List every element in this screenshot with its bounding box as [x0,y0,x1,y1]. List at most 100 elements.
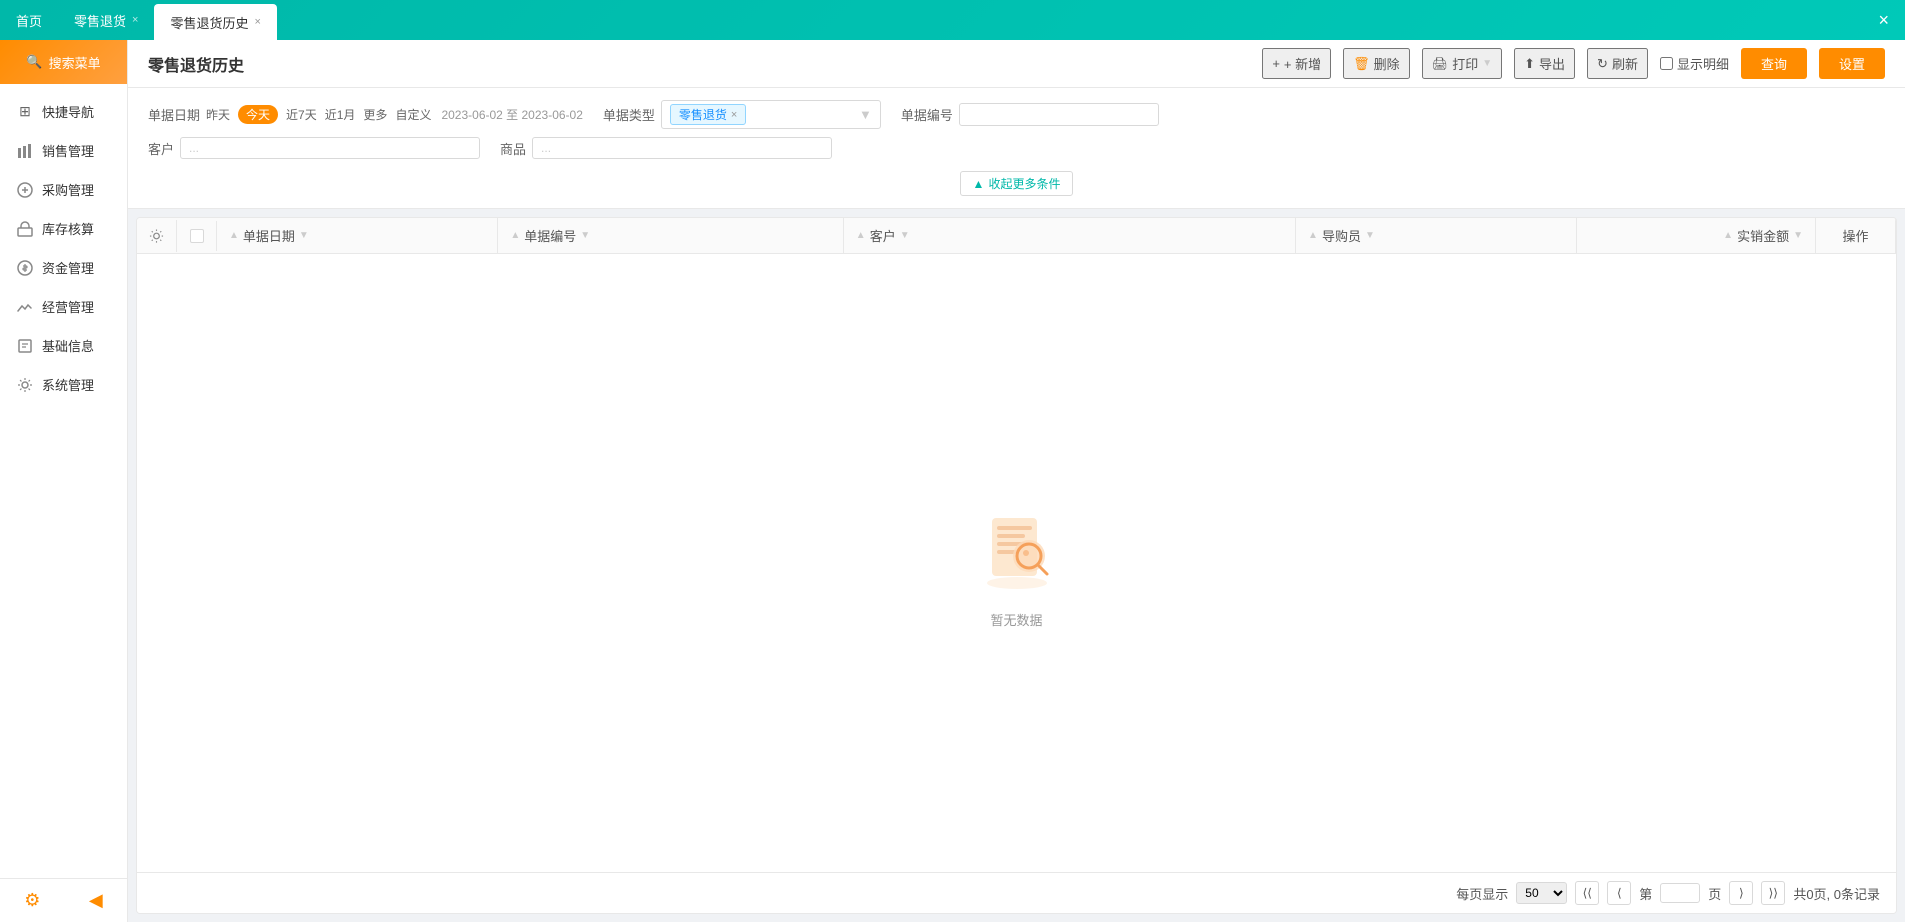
date-label: 单据日期 [148,105,200,124]
sidebar-item-purchase[interactable]: 采购管理 [0,170,127,209]
content-area: 零售退货历史 + + 新增 🗑 删除 🖨 打印 ▼ ⬆ 导出 [128,40,1905,922]
tab-retail-return-history-close[interactable]: × [254,16,260,28]
th-date-sort-asc: ▲ [229,230,239,241]
next-page-button[interactable]: ⟩ [1729,881,1753,905]
voucher-type-label: 单据类型 [603,105,655,124]
sidebar-item-base-info[interactable]: 基础信息 [0,326,127,365]
th-number-sort-asc: ▲ [510,230,520,241]
collapse-button[interactable]: ▲ 收起更多条件 [960,171,1074,196]
page-header: 零售退货历史 + + 新增 🗑 删除 🖨 打印 ▼ ⬆ 导出 [128,40,1905,88]
refresh-icon: ↻ [1597,56,1608,72]
th-guide-sort-desc: ▼ [1365,230,1375,241]
empty-state-illustration [967,498,1067,598]
th-customer[interactable]: ▲ 客户 ▼ [844,218,1296,253]
page-size-select[interactable]: 10 20 50 100 [1516,882,1567,904]
date-options: 昨天 今天 近7天 近1月 更多 自定义 [206,105,431,124]
goods-select[interactable]: ... [532,137,832,159]
th-number[interactable]: ▲ 单据编号 ▼ [498,218,843,253]
delete-button[interactable]: 🗑 删除 [1343,48,1410,79]
th-number-sort-desc: ▼ [580,230,590,241]
th-settings[interactable] [137,220,177,252]
date-opt-1month[interactable]: 近1月 [325,106,356,123]
date-opt-more[interactable]: 更多 [363,106,387,123]
quick-nav-icon: ⊞ [16,103,34,121]
th-guide[interactable]: ▲ 导购员 ▼ [1296,218,1577,253]
table-container: ▲ 单据日期 ▼ ▲ 单据编号 ▼ ▲ 客户 ▼ ▲ 导购员 ▼ [136,217,1897,914]
sidebar-collapse-icon[interactable]: ◀ [89,890,103,911]
th-date-sort-desc: ▼ [299,230,309,241]
th-actions: 操作 [1816,218,1896,253]
new-button[interactable]: + + 新增 [1262,48,1331,79]
tab-retail-return-label: 零售退货 [74,11,126,30]
empty-state: 暂无数据 [137,254,1896,872]
date-opt-today[interactable]: 今天 [238,105,278,124]
sidebar-search-label: 搜索菜单 [49,53,101,72]
voucher-type-tag: 零售退货 × [670,104,746,125]
collapse-icon: ▲ [973,177,985,191]
table-header: ▲ 单据日期 ▼ ▲ 单据编号 ▼ ▲ 客户 ▼ ▲ 导购员 ▼ [137,218,1896,254]
voucher-type-tag-remove[interactable]: × [731,109,737,121]
tab-retail-return-history[interactable]: 零售退货历史 × [154,4,276,40]
inventory-icon [16,220,34,238]
sidebar-item-purchase-label: 采购管理 [42,180,94,199]
th-date-label: 单据日期 [243,226,295,245]
collapse-label: 收起更多条件 [988,175,1060,192]
prev-page-button[interactable]: ⟨ [1607,881,1631,905]
export-button[interactable]: ⬆ 导出 [1514,48,1575,79]
voucher-type-select[interactable]: 零售退货 × ▼ [661,100,881,129]
date-opt-7days[interactable]: 近7天 [286,106,317,123]
collapse-section: ▲ 收起更多条件 [148,167,1885,196]
voucher-number-input[interactable] [959,103,1159,126]
sidebar-settings-icon[interactable]: ⚙ [24,890,40,911]
header-checkbox[interactable] [190,229,204,243]
show-detail-checkbox[interactable] [1660,57,1673,70]
tab-home[interactable]: 首页 [0,0,58,40]
customer-label: 客户 [148,139,174,158]
header-actions: + + 新增 🗑 删除 🖨 打印 ▼ ⬆ 导出 ↻ [1262,48,1885,79]
operations-icon [16,298,34,316]
page-unit-label: 页 [1708,884,1721,903]
base-info-icon [16,337,34,355]
date-opt-custom[interactable]: 自定义 [395,106,431,123]
sidebar-search-button[interactable]: 🔍 搜索菜单 [0,40,127,84]
tab-home-label: 首页 [16,11,42,30]
first-page-button[interactable]: ⟨⟨ [1575,881,1599,905]
show-detail-label: 显示明细 [1677,54,1729,73]
settings-button[interactable]: 设置 [1819,48,1885,79]
tab-retail-return-close[interactable]: × [132,14,138,26]
tab-retail-return[interactable]: 零售退货 × [58,0,154,40]
export-icon: ⬆ [1524,56,1535,72]
th-date[interactable]: ▲ 单据日期 ▼ [217,218,498,253]
new-label: + 新增 [1284,54,1321,73]
settings-icon [149,228,164,244]
date-opt-yesterday[interactable]: 昨天 [206,106,230,123]
empty-text: 暂无数据 [990,610,1042,629]
customer-select[interactable]: ... [180,137,480,159]
sidebar-item-sales[interactable]: 销售管理 [0,131,127,170]
sidebar-item-inventory[interactable]: 库存核算 [0,209,127,248]
page-number-input[interactable]: 1 [1660,883,1700,903]
goods-placeholder: ... [541,141,551,155]
filter-customer-group: 客户 ... [148,137,480,159]
query-button[interactable]: 查询 [1741,48,1807,79]
sidebar-item-inventory-label: 库存核算 [42,219,94,238]
sidebar-item-quick-nav[interactable]: ⊞ 快捷导航 [0,92,127,131]
refresh-button[interactable]: ↻ 刷新 [1587,48,1648,79]
sidebar-item-quick-nav-label: 快捷导航 [42,102,94,121]
th-customer-label: 客户 [870,226,896,245]
print-label: 打印 [1452,54,1478,73]
th-number-label: 单据编号 [524,226,576,245]
window-close-button[interactable]: × [1862,10,1905,31]
th-check[interactable] [177,221,217,251]
th-amount[interactable]: ▲ 实销金额 ▼ [1577,218,1816,253]
sidebar-item-finance[interactable]: 资金管理 [0,248,127,287]
total-label: 共0页, 0条记录 [1793,884,1880,903]
last-page-button[interactable]: ⟩⟩ [1761,881,1785,905]
print-button[interactable]: 🖨 打印 ▼ [1422,48,1502,79]
sidebar-item-system[interactable]: 系统管理 [0,365,127,404]
print-dropdown-icon: ▼ [1482,58,1492,69]
sidebar-item-operations[interactable]: 经营管理 [0,287,127,326]
sidebar-bottom: ⚙ ◀ [0,878,127,922]
th-amount-label: 实销金额 [1737,226,1789,245]
tab-list: 首页 零售退货 × 零售退货历史 × [0,0,1862,40]
